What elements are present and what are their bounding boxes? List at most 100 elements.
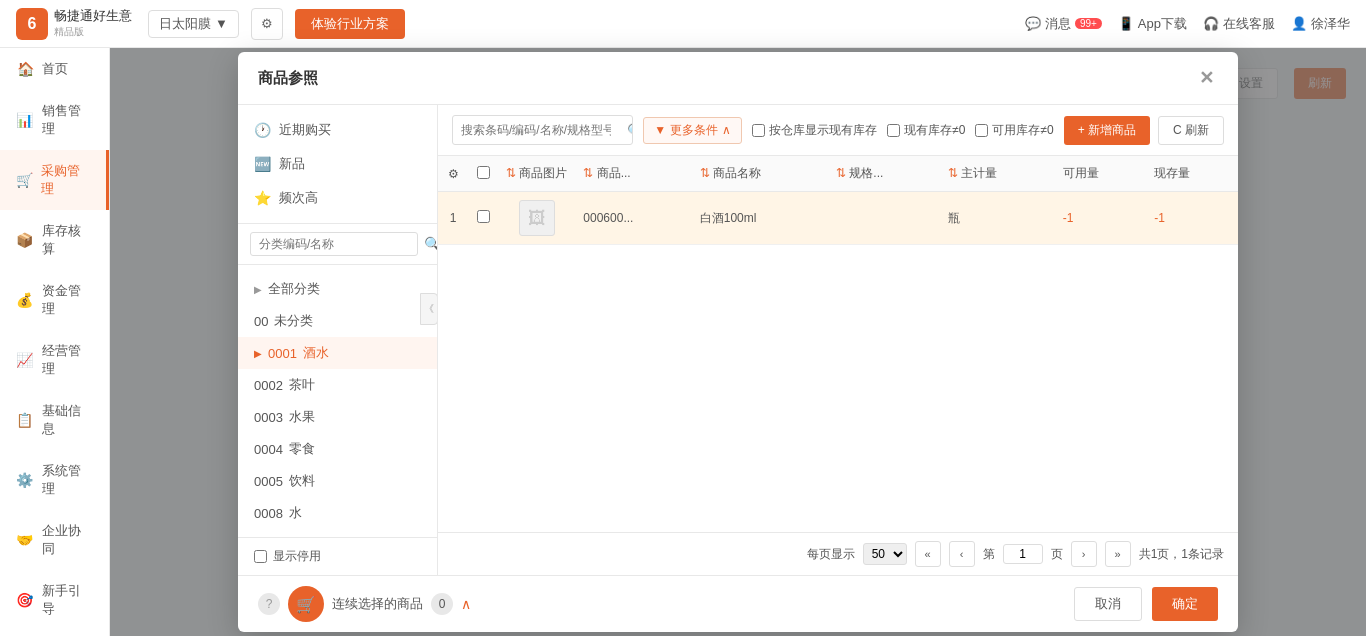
cat-label: 全部分类 (268, 280, 320, 298)
footer-right: 取消 确定 (1074, 587, 1218, 621)
available-stock-checkbox[interactable] (887, 124, 900, 137)
sidebar-item-system[interactable]: ⚙️ 系统管理 (0, 450, 109, 510)
sidebar-item-operations[interactable]: 📈 经营管理 (0, 330, 109, 390)
sidebar-item-inventory[interactable]: 📦 库存核算 (0, 210, 109, 270)
col-spec: ⇅ 规格... (828, 156, 940, 192)
modal-overlay: 商品参照 ✕ 🕐 近期购买 🆕 (110, 48, 1366, 636)
panel-collapse-button[interactable]: 《 (420, 293, 438, 325)
col-unit: ⇅ 主计量 (940, 156, 1055, 192)
category-item-0002[interactable]: 0002 茶叶 (238, 369, 437, 401)
sidebar-item-basic-info[interactable]: 📋 基础信息 (0, 390, 109, 450)
logo-text-block: 畅捷通好生意 精品版 (54, 8, 132, 39)
message-icon: 💬 (1025, 16, 1041, 31)
category-item-all[interactable]: ▶ 全部分类 (238, 273, 437, 305)
user-profile-btn[interactable]: 👤 徐泽华 (1291, 15, 1350, 33)
category-search-input[interactable] (250, 232, 418, 256)
available-stock-checkbox-label[interactable]: 现有库存≠0 (887, 122, 965, 139)
dropdown-arrow-icon: ▼ (215, 16, 228, 31)
col-image-label: 商品图片 (519, 166, 567, 180)
sidebar-item-label: 资金管理 (42, 282, 93, 318)
table-row[interactable]: 1 🖼 000600... 白酒100ml (438, 192, 1238, 245)
next-page-button[interactable]: › (1071, 541, 1097, 567)
cat-label: 0003 (254, 410, 283, 425)
nav-dropdown[interactable]: 日太阳膜 ▼ (148, 10, 239, 38)
refresh-button[interactable]: C 刷新 (1158, 116, 1224, 145)
show-disabled-checkbox[interactable] (254, 550, 267, 563)
quick-item-label: 新品 (279, 155, 305, 173)
warehouse-display-checkbox[interactable] (752, 124, 765, 137)
toolbar-right: + 新增商品 C 刷新 (1064, 116, 1224, 145)
page-number-input[interactable] (1003, 544, 1043, 564)
first-page-button[interactable]: « (915, 541, 941, 567)
app-download-btn[interactable]: 📱 App下载 (1118, 15, 1187, 33)
cart-icon: 🛒 (296, 595, 316, 614)
messages-badge: 99+ (1075, 18, 1102, 29)
category-item-00[interactable]: 00 未分类 (238, 305, 437, 337)
sidebar-item-label: 企业协同 (42, 522, 93, 558)
category-item-0005[interactable]: 0005 饮料 (238, 465, 437, 497)
prev-page-button[interactable]: ‹ (949, 541, 975, 567)
gear-icon[interactable]: ⚙ (448, 167, 459, 181)
sidebar-item-sales[interactable]: 📊 销售管理 (0, 90, 109, 150)
modal-footer: ? 🛒 连续选择的商品 0 ∧ 取消 确定 (238, 575, 1238, 632)
sidebar-item-guide[interactable]: 🎯 新手引导 (0, 570, 109, 630)
cart-button[interactable]: 🛒 (288, 586, 324, 622)
cat-label: 0001 (268, 346, 297, 361)
continuous-label: 连续选择的商品 (332, 595, 423, 613)
sidebar-item-finance[interactable]: 💰 资金管理 (0, 270, 109, 330)
category-item-0003[interactable]: 0003 水果 (238, 401, 437, 433)
help-icon-button[interactable]: ? (258, 593, 280, 615)
finance-icon: 💰 (16, 291, 34, 309)
show-disabled-label: 显示停用 (273, 548, 321, 565)
row-code: 000600... (575, 192, 691, 245)
quick-item-frequent[interactable]: ⭐ 频次高 (238, 181, 437, 215)
cancel-button[interactable]: 取消 (1074, 587, 1142, 621)
online-service-btn[interactable]: 🎧 在线客服 (1203, 15, 1275, 33)
add-product-button[interactable]: + 新增商品 (1064, 116, 1150, 145)
gear-button[interactable]: ⚙ (251, 8, 283, 40)
show-disabled-area: 显示停用 (238, 537, 437, 575)
category-item-0004[interactable]: 0004 零食 (238, 433, 437, 465)
usable-stock-checkbox-label[interactable]: 可用库存≠0 (975, 122, 1053, 139)
sidebar-item-apps[interactable]: 📱 应用中心 (0, 630, 109, 636)
quick-item-recent[interactable]: 🕐 近期购买 (238, 113, 437, 147)
content-area: 查询 设置 刷新 商品参照 ✕ 🕐 (110, 48, 1366, 636)
product-search-bar: 🔍 (452, 115, 633, 145)
cat-arrow-icon: ▶ (254, 284, 262, 295)
sidebar-item-label: 系统管理 (42, 462, 93, 498)
sort-icon: ⇅ (583, 166, 593, 180)
category-item-0001[interactable]: ▶ 0001 酒水 (238, 337, 437, 369)
col-name-label: 商品名称 (713, 166, 761, 180)
quick-item-new[interactable]: 🆕 新品 (238, 147, 437, 181)
sidebar-item-purchase[interactable]: 🛒 采购管理 (0, 150, 109, 210)
more-filter-button[interactable]: ▼ 更多条件 ∧ (643, 117, 742, 144)
product-table-area: ⚙ ⇅ 商品图片 (438, 156, 1238, 532)
select-all-checkbox[interactable] (477, 166, 490, 179)
col-spec-label: 规格... (849, 166, 883, 180)
product-image: 🖼 (519, 200, 555, 236)
warehouse-display-checkbox-label[interactable]: 按仓库显示现有库存 (752, 122, 877, 139)
category-item-0010[interactable]: 0010 家电 (238, 529, 437, 537)
modal-close-button[interactable]: ✕ (1194, 66, 1218, 90)
confirm-button[interactable]: 确定 (1152, 587, 1218, 621)
page-size-select[interactable]: 50 (863, 543, 907, 565)
main-layout: 🏠 首页 📊 销售管理 🛒 采购管理 📦 库存核算 💰 资金管理 📈 经营管理 … (0, 48, 1366, 636)
product-search-input[interactable] (453, 123, 619, 137)
row-available: -1 (1055, 192, 1147, 245)
nav-cta-button[interactable]: 体验行业方案 (295, 9, 405, 39)
category-search-icon[interactable]: 🔍 (424, 236, 438, 252)
row-checkbox[interactable] (477, 210, 490, 223)
cat-name: 水果 (289, 408, 315, 426)
col-stock: 现存量 (1146, 156, 1238, 192)
category-item-0008[interactable]: 0008 水 (238, 497, 437, 529)
footer-collapse-icon[interactable]: ∧ (461, 596, 471, 612)
new-icon: 🆕 (254, 156, 271, 172)
usable-stock-checkbox[interactable] (975, 124, 988, 137)
product-search-icon[interactable]: 🔍 (619, 123, 633, 138)
sidebar-item-enterprise[interactable]: 🤝 企业协同 (0, 510, 109, 570)
sidebar-item-home[interactable]: 🏠 首页 (0, 48, 109, 90)
sidebar-item-label: 采购管理 (41, 162, 90, 198)
logo-icon: 6 (16, 8, 48, 40)
last-page-button[interactable]: » (1105, 541, 1131, 567)
messages-btn[interactable]: 💬 消息 99+ (1025, 15, 1102, 33)
